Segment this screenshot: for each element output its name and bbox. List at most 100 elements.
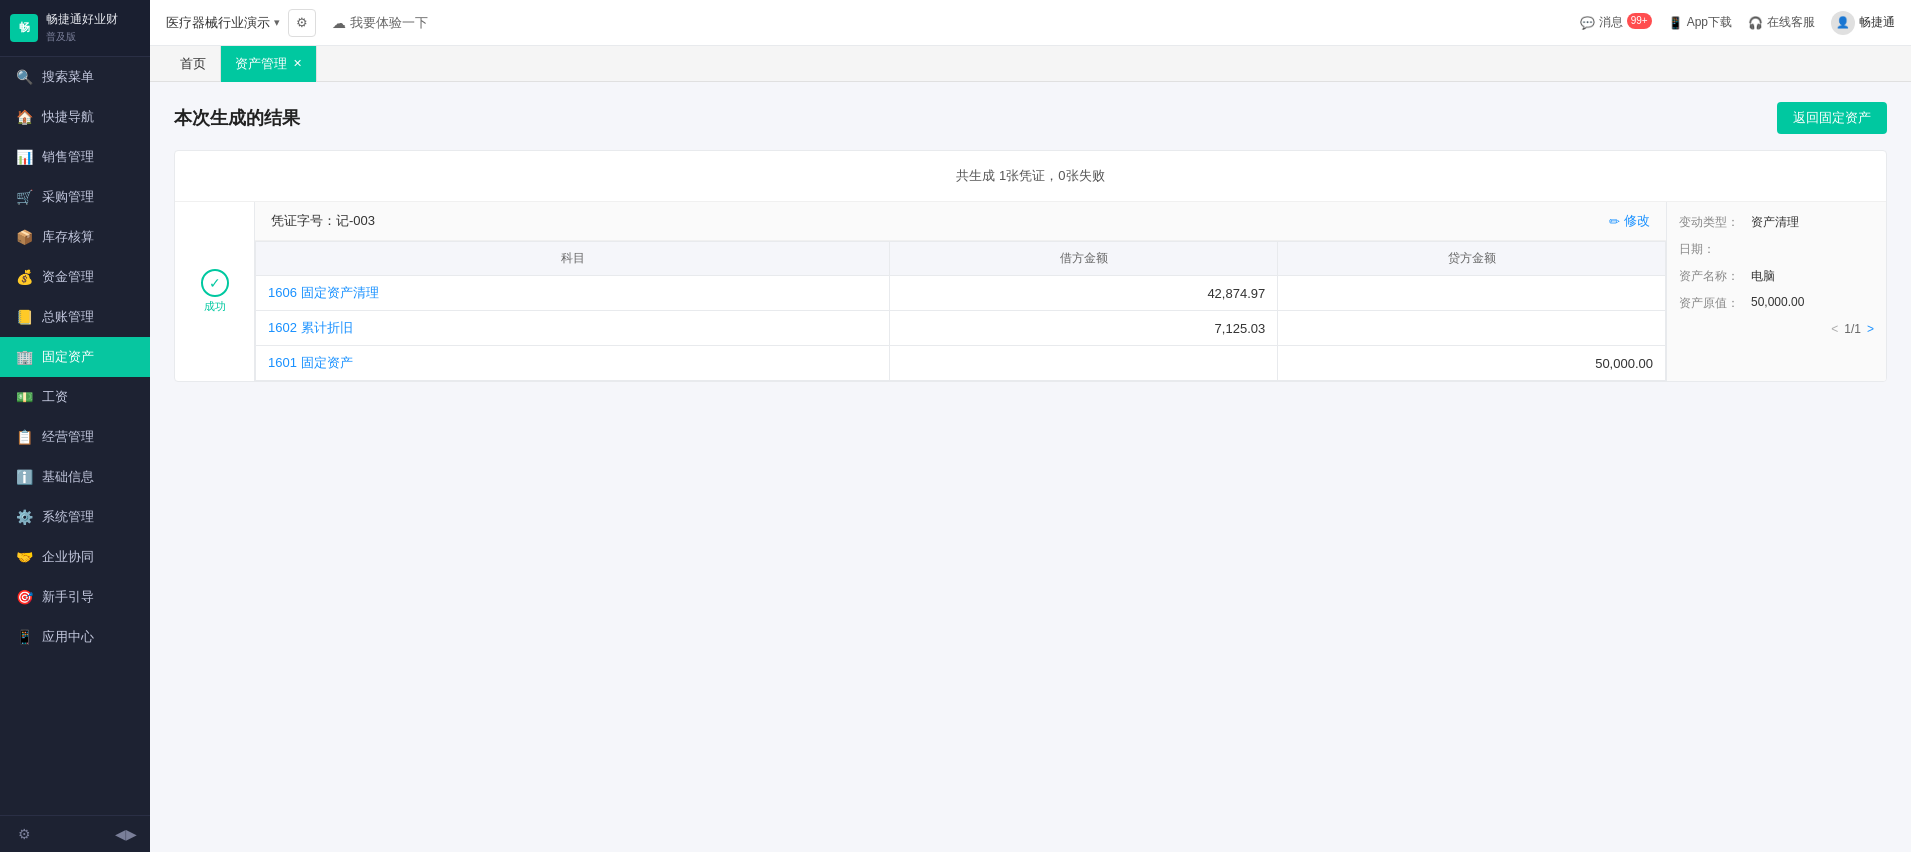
username-label: 畅捷通	[1859, 14, 1895, 31]
sidebar-item-label: 销售管理	[42, 148, 94, 166]
page-content: 本次生成的结果 返回固定资产 共生成 1张凭证，0张失败 ✓ 成功 凭证字号：记…	[150, 82, 1911, 852]
gear-icon: ⚙	[296, 15, 308, 30]
topnav-right: 💬 消息 99+ 📱 App下载 🎧 在线客服 👤 畅捷通	[1580, 11, 1895, 35]
date-label: 日期：	[1679, 241, 1751, 258]
experience-button[interactable]: ☁ 我要体验一下	[324, 14, 436, 32]
capital-icon: 💰	[14, 267, 34, 287]
message-button[interactable]: 💬 消息 99+	[1580, 14, 1652, 31]
row-subject: 1601 固定资产	[256, 346, 890, 381]
operation-icon: 📋	[14, 427, 34, 447]
sidebar-item-label: 固定资产	[42, 348, 94, 366]
settings-button[interactable]: ⚙	[288, 9, 316, 37]
sidebar-item-label: 工资	[42, 388, 68, 406]
company-selector[interactable]: 医疗器械行业演示 ▾	[166, 14, 280, 32]
settings-footer-icon[interactable]: ⚙	[14, 824, 34, 844]
col-debit: 借方金额	[890, 242, 1278, 276]
online-service-button[interactable]: 🎧 在线客服	[1748, 14, 1815, 31]
collapse-sidebar-icon[interactable]: ◀▶	[116, 824, 136, 844]
status-icon: ✓	[201, 269, 229, 297]
sidebar-item-label: 库存核算	[42, 228, 94, 246]
voucher-table: 科目 借方金额 贷方金额 1606 固定资产清理 42,874.97	[255, 241, 1666, 381]
close-tab-icon[interactable]: ✕	[293, 57, 302, 70]
app-logo-text: 畅捷通好业财	[46, 12, 118, 28]
pagination-next-icon[interactable]: >	[1867, 322, 1874, 336]
edit-icon: ✏	[1609, 214, 1620, 229]
row-debit: 42,874.97	[890, 276, 1278, 311]
app-logo-sub: 普及版	[46, 30, 118, 44]
side-panel-date: 日期：	[1679, 241, 1874, 258]
sidebar-item-system[interactable]: ⚙️ 系统管理	[0, 497, 150, 537]
app-download-button[interactable]: 📱 App下载	[1668, 14, 1732, 31]
voucher-section: ✓ 成功 凭证字号：记-003 ✏ 修改	[175, 202, 1886, 381]
return-button[interactable]: 返回固定资产	[1777, 102, 1887, 134]
sidebar-logo: 畅 畅捷通好业财 普及版	[0, 0, 150, 57]
sales-icon: 📊	[14, 147, 34, 167]
phone-icon: 📱	[1668, 16, 1683, 30]
sidebar-item-label: 经营管理	[42, 428, 94, 446]
voucher-number: 凭证字号：记-003	[271, 212, 375, 230]
enterprise-icon: 🤝	[14, 547, 34, 567]
sidebar-item-enterprise[interactable]: 🤝 企业协同	[0, 537, 150, 577]
sidebar-item-sales[interactable]: 📊 销售管理	[0, 137, 150, 177]
sidebar-item-guide[interactable]: 🎯 新手引导	[0, 577, 150, 617]
sidebar-item-operation[interactable]: 📋 经营管理	[0, 417, 150, 457]
table-row: 1601 固定资产 50,000.00	[256, 346, 1666, 381]
sidebar-item-purchase[interactable]: 🛒 采购管理	[0, 177, 150, 217]
sidebar-item-salary[interactable]: 💵 工资	[0, 377, 150, 417]
sidebar-item-app-center[interactable]: 📱 应用中心	[0, 617, 150, 657]
tab-home[interactable]: 首页	[166, 46, 221, 82]
message-icon: 💬	[1580, 16, 1595, 30]
sidebar-item-label: 搜索菜单	[42, 68, 94, 86]
row-credit	[1278, 311, 1666, 346]
result-card: 共生成 1张凭证，0张失败 ✓ 成功 凭证字号：记-003 ✏ 修改	[174, 150, 1887, 382]
sidebar-item-label: 采购管理	[42, 188, 94, 206]
sidebar-item-label: 系统管理	[42, 508, 94, 526]
voucher-main: 凭证字号：记-003 ✏ 修改 科目 借方金额 贷方金额	[255, 202, 1666, 381]
sidebar-item-fixed-assets[interactable]: 🏢 固定资产	[0, 337, 150, 377]
asset-name-value: 电脑	[1751, 268, 1775, 285]
page-title: 本次生成的结果	[174, 106, 300, 130]
message-label: 消息	[1599, 14, 1623, 31]
sidebar-footer: ⚙ ◀▶	[0, 815, 150, 852]
sidebar-item-label: 应用中心	[42, 628, 94, 646]
online-service-label: 在线客服	[1767, 14, 1815, 31]
asset-name-label: 资产名称：	[1679, 268, 1751, 285]
edit-button[interactable]: ✏ 修改	[1609, 212, 1650, 230]
sidebar-item-quick-nav[interactable]: 🏠 快捷导航	[0, 97, 150, 137]
inventory-icon: 📦	[14, 227, 34, 247]
row-credit	[1278, 276, 1666, 311]
experience-label: 我要体验一下	[350, 14, 428, 32]
col-subject: 科目	[256, 242, 890, 276]
tab-asset-management[interactable]: 资产管理 ✕	[221, 46, 317, 82]
pagination-prev-icon[interactable]: <	[1831, 322, 1838, 336]
row-debit	[890, 346, 1278, 381]
asset-value-value: 50,000.00	[1751, 295, 1804, 309]
sidebar-item-search[interactable]: 🔍 搜索菜单	[0, 57, 150, 97]
tab-home-label: 首页	[180, 55, 206, 73]
salary-icon: 💵	[14, 387, 34, 407]
app-center-icon: 📱	[14, 627, 34, 647]
home-icon: 🏠	[14, 107, 34, 127]
result-summary: 共生成 1张凭证，0张失败	[175, 151, 1886, 202]
user-avatar: 👤	[1831, 11, 1855, 35]
headset-icon: 🎧	[1748, 16, 1763, 30]
fixed-assets-icon: 🏢	[14, 347, 34, 367]
topnav: 医疗器械行业演示 ▾ ⚙ ☁ 我要体验一下 💬 消息 99+ 📱 App下载	[150, 0, 1911, 46]
system-icon: ⚙️	[14, 507, 34, 527]
edit-label: 修改	[1624, 212, 1650, 230]
guide-icon: 🎯	[14, 587, 34, 607]
row-debit: 7,125.03	[890, 311, 1278, 346]
sidebar-item-base-info[interactable]: ℹ️ 基础信息	[0, 457, 150, 497]
sidebar-item-label: 基础信息	[42, 468, 94, 486]
checkmark-icon: ✓	[209, 275, 221, 291]
user-menu[interactable]: 👤 畅捷通	[1831, 11, 1895, 35]
sidebar-item-inventory[interactable]: 📦 库存核算	[0, 217, 150, 257]
table-row: 1602 累计折旧 7,125.03	[256, 311, 1666, 346]
sidebar-item-capital[interactable]: 💰 资金管理	[0, 257, 150, 297]
sidebar-item-ledger[interactable]: 📒 总账管理	[0, 297, 150, 337]
side-panel-asset-name: 资产名称： 电脑	[1679, 268, 1874, 285]
voucher-header: 凭证字号：记-003 ✏ 修改	[255, 202, 1666, 241]
sidebar-nav: 🔍 搜索菜单 🏠 快捷导航 📊 销售管理 🛒 采购管理 📦 库存核算 💰 资金管…	[0, 57, 150, 815]
sidebar: 畅 畅捷通好业财 普及版 🔍 搜索菜单 🏠 快捷导航 📊 销售管理 🛒 采购管理…	[0, 0, 150, 852]
side-panel-pagination: < 1/1 >	[1679, 322, 1874, 336]
